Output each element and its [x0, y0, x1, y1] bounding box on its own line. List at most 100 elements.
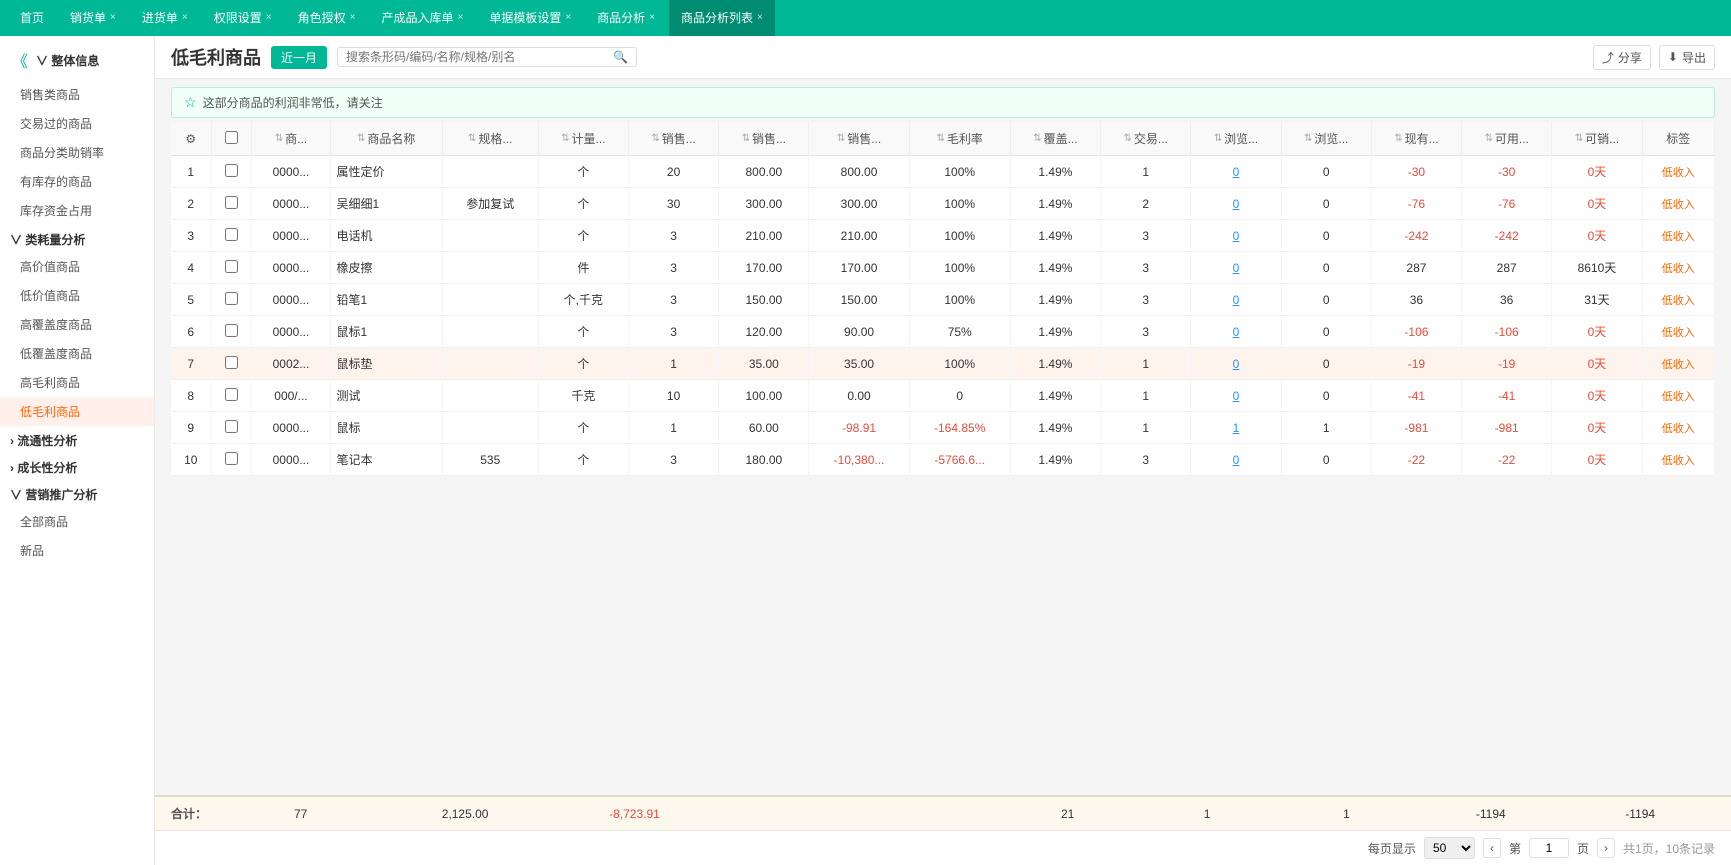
share-button[interactable]: ⤴ 分享: [1593, 45, 1651, 70]
select-all-checkbox[interactable]: [225, 131, 238, 144]
nav-product-analysis-list[interactable]: 商品分析列表 ×: [669, 0, 775, 36]
row-checkbox[interactable]: [211, 380, 252, 412]
row-checkbox[interactable]: [211, 156, 252, 188]
row-select-checkbox[interactable]: [225, 260, 238, 273]
row-name: 橡皮擦: [330, 252, 442, 284]
row-browse1[interactable]: 0: [1191, 188, 1281, 220]
sidebar-item-low-coverage[interactable]: 低覆盖度商品: [0, 339, 154, 368]
th-sales-qty[interactable]: ⇅销售...: [628, 122, 718, 156]
nav-close-icon[interactable]: ×: [110, 0, 116, 36]
nav-close-icon[interactable]: ×: [649, 0, 655, 36]
row-select-checkbox[interactable]: [225, 196, 238, 209]
row-checkbox[interactable]: [211, 188, 252, 220]
search-input[interactable]: [346, 50, 609, 64]
sidebar-item-stock-products[interactable]: 有库存的商品: [0, 167, 154, 196]
export-button[interactable]: ⬇ 导出: [1659, 45, 1715, 70]
nav-role-auth[interactable]: 角色授权 ×: [286, 0, 368, 36]
per-page-select[interactable]: 50 100 200: [1424, 837, 1475, 859]
nav-purchase-order[interactable]: 进货单 ×: [130, 0, 200, 36]
row-select-checkbox[interactable]: [225, 452, 238, 465]
row-select-checkbox[interactable]: [225, 420, 238, 433]
th-browse1[interactable]: ⇅浏览...: [1191, 122, 1281, 156]
next-page-button[interactable]: ›: [1597, 838, 1615, 858]
th-gross-margin[interactable]: ⇅毛利率: [909, 122, 1010, 156]
row-checkbox[interactable]: [211, 220, 252, 252]
sidebar-item-low-margin[interactable]: 低毛利商品: [0, 397, 154, 426]
sidebar-section-circulation[interactable]: › 流通性分析: [0, 426, 154, 453]
th-code[interactable]: ⇅商...: [252, 122, 330, 156]
row-select-checkbox[interactable]: [225, 164, 238, 177]
page-number-input[interactable]: [1529, 838, 1569, 858]
nav-close-icon[interactable]: ×: [266, 0, 272, 36]
date-filter-button[interactable]: 近一月: [271, 46, 327, 69]
nav-sales-order[interactable]: 销货单 ×: [58, 0, 128, 36]
nav-template-settings[interactable]: 单据模板设置 ×: [477, 0, 583, 36]
row-select-checkbox[interactable]: [225, 228, 238, 241]
sidebar-item-category-rate[interactable]: 商品分类助销率: [0, 138, 154, 167]
nav-home[interactable]: 首页: [8, 0, 56, 36]
nav-close-icon[interactable]: ×: [457, 0, 463, 36]
th-browse2[interactable]: ⇅浏览...: [1281, 122, 1371, 156]
sidebar-item-all-products[interactable]: 全部商品: [0, 507, 154, 536]
row-checkbox[interactable]: [211, 444, 252, 476]
nav-product-analysis[interactable]: 商品分析 ×: [585, 0, 667, 36]
sidebar-item-high-coverage[interactable]: 高覆盖度商品: [0, 310, 154, 339]
row-select-checkbox[interactable]: [225, 388, 238, 401]
sidebar-item-new-products[interactable]: 新品: [0, 536, 154, 565]
nav-close-icon[interactable]: ×: [757, 0, 763, 36]
nav-close-icon[interactable]: ×: [182, 0, 188, 36]
th-current-stock[interactable]: ⇅现有...: [1371, 122, 1461, 156]
th-checkbox[interactable]: [211, 122, 252, 156]
row-checkbox[interactable]: [211, 316, 252, 348]
th-saleable[interactable]: ⇅可销...: [1552, 122, 1642, 156]
row-select-checkbox[interactable]: [225, 292, 238, 305]
row-coverage: 1.49%: [1010, 412, 1100, 444]
row-browse1[interactable]: 0: [1191, 444, 1281, 476]
nav-close-icon[interactable]: ×: [565, 0, 571, 36]
row-browse1[interactable]: 1: [1191, 412, 1281, 444]
row-browse1[interactable]: 0: [1191, 348, 1281, 380]
row-checkbox[interactable]: [211, 252, 252, 284]
row-spec: 参加复试: [442, 188, 538, 220]
row-browse1[interactable]: 0: [1191, 252, 1281, 284]
row-browse1[interactable]: 0: [1191, 284, 1281, 316]
row-saleable: 0天: [1552, 188, 1642, 220]
row-browse1[interactable]: 0: [1191, 156, 1281, 188]
settings-icon[interactable]: ⚙: [185, 132, 196, 146]
search-icon[interactable]: 🔍: [613, 50, 628, 64]
row-saleable: 0天: [1552, 316, 1642, 348]
sidebar-section-consumption[interactable]: ∨ 类耗量分析: [0, 225, 154, 252]
sidebar-section-marketing[interactable]: ∨ 营销推广分析: [0, 480, 154, 507]
row-select-checkbox[interactable]: [225, 356, 238, 369]
th-coverage[interactable]: ⇅覆盖...: [1010, 122, 1100, 156]
th-name[interactable]: ⇅商品名称: [330, 122, 442, 156]
th-available[interactable]: ⇅可用...: [1462, 122, 1552, 156]
row-checkbox[interactable]: [211, 348, 252, 380]
sidebar-item-traded-products[interactable]: 交易过的商品: [0, 109, 154, 138]
sidebar-section-growth[interactable]: › 成长性分析: [0, 453, 154, 480]
th-unit[interactable]: ⇅计量...: [538, 122, 628, 156]
th-sales-amount[interactable]: ⇅销售...: [719, 122, 809, 156]
row-browse1[interactable]: 0: [1191, 316, 1281, 348]
row-select-checkbox[interactable]: [225, 324, 238, 337]
sidebar-item-capital-usage[interactable]: 库存资金占用: [0, 196, 154, 225]
th-settings[interactable]: ⚙: [171, 122, 211, 156]
prev-page-button[interactable]: ‹: [1483, 838, 1501, 858]
row-browse1[interactable]: 0: [1191, 380, 1281, 412]
th-transaction[interactable]: ⇅交易...: [1101, 122, 1191, 156]
th-tag[interactable]: 标签: [1642, 122, 1714, 156]
row-checkbox[interactable]: [211, 412, 252, 444]
sidebar-item-high-margin[interactable]: 高毛利商品: [0, 368, 154, 397]
nav-permissions[interactable]: 权限设置 ×: [202, 0, 284, 36]
th-spec[interactable]: ⇅规格...: [442, 122, 538, 156]
row-browse1[interactable]: 0: [1191, 220, 1281, 252]
sidebar-item-high-value[interactable]: 高价值商品: [0, 252, 154, 281]
th-sales-profit[interactable]: ⇅销售...: [809, 122, 909, 156]
sidebar-collapse-button[interactable]: 《: [8, 44, 32, 76]
sidebar-item-low-value[interactable]: 低价值商品: [0, 281, 154, 310]
nav-close-icon[interactable]: ×: [350, 0, 356, 36]
sidebar-item-sales-products[interactable]: 销售类商品: [0, 80, 154, 109]
nav-product-entry[interactable]: 产成品入库单 ×: [369, 0, 475, 36]
row-transaction: 3: [1101, 316, 1191, 348]
row-checkbox[interactable]: [211, 284, 252, 316]
